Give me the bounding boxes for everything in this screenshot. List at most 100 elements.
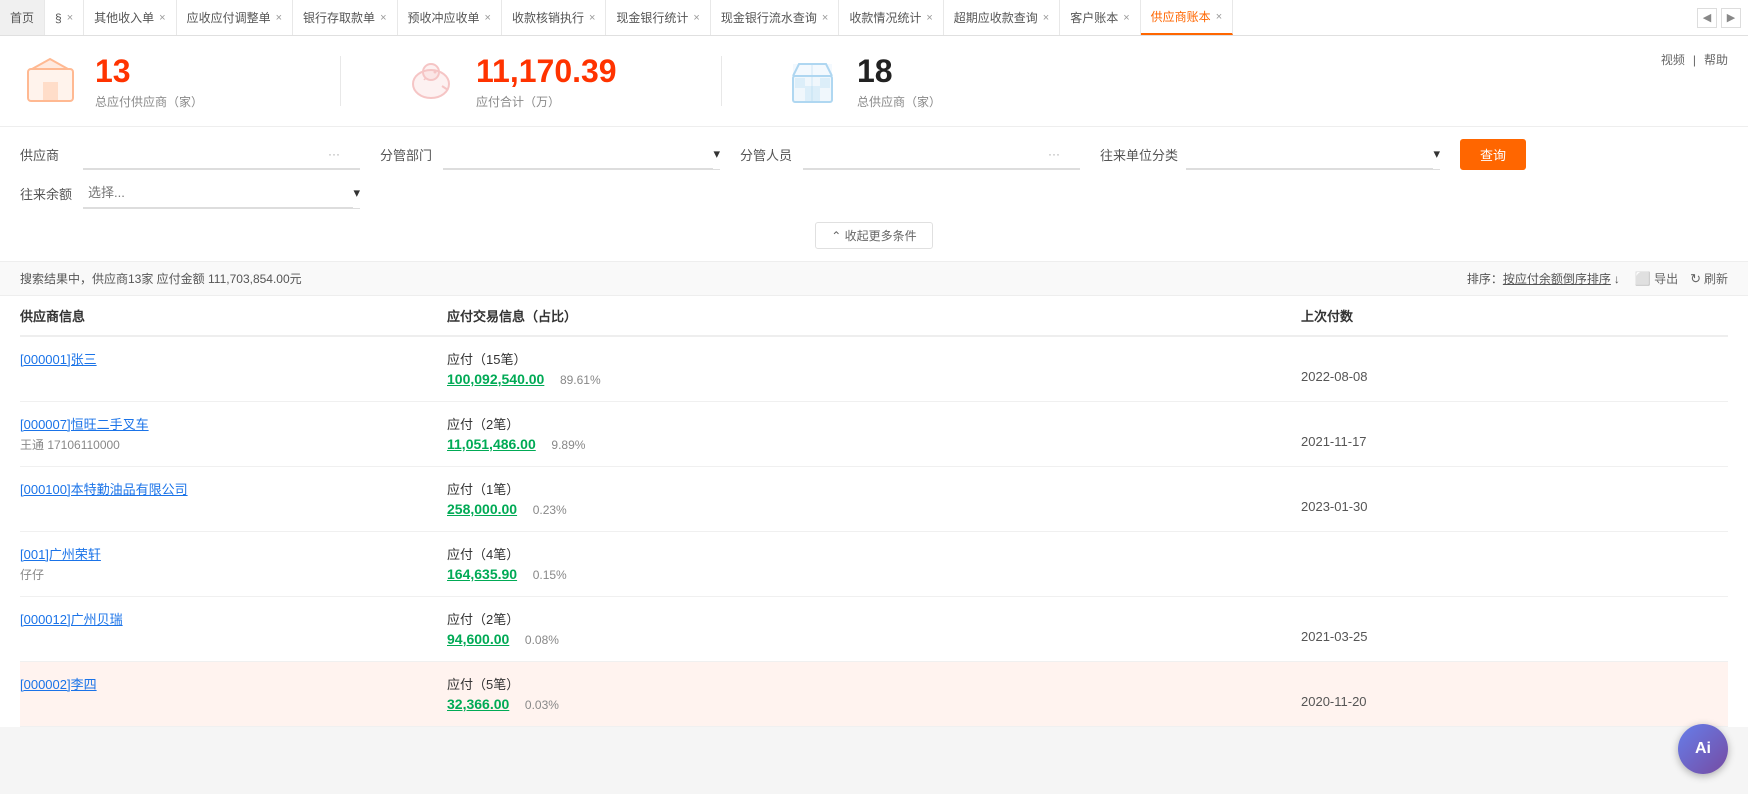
table-row: [000012]广州贝瑞 应付（2笔） 94,600.00 0.08% 2021… [20,597,1728,662]
top-right-links: 视频 | 帮助 [1661,51,1728,68]
result-bar: 搜索结果中，供应商13家 应付金额 111,703,854.00元 排序： 按应… [0,262,1748,296]
close-icon[interactable]: × [276,12,282,24]
main-content: 13 总应付供应商（家） 11,170.39 应付合计（万） [0,36,1748,794]
tx-amount-6[interactable]: 32,366.00 [447,696,509,712]
tx-label-4: 应付（4笔） [447,544,1301,563]
supplier-info-1: [000001]张三 [20,349,447,389]
close-icon[interactable]: × [589,12,595,24]
close-icon[interactable]: × [380,12,386,24]
tx-label-6: 应付（5笔） [447,674,1301,693]
table-row: [000100]本特勤油品有限公司 应付（1笔） 258,000.00 0.23… [20,467,1728,532]
last-payment-6: 2020-11-20 [1301,674,1728,714]
nav-prev-button[interactable]: ◀ [1697,8,1717,28]
stat-total-suppliers-payable: 13 总应付供应商（家） [20,51,280,111]
stat-total-suppliers: 18 总供应商（家） [782,51,1042,111]
dept-filter: 分管部门 ▾ [380,139,720,170]
refresh-button[interactable]: ↻ 刷新 [1690,270,1728,287]
sort-prefix: 排序： [1467,270,1503,287]
tx-amount-4[interactable]: 164,635.90 [447,566,517,582]
balance-label: 往来余额 [20,184,75,203]
transaction-info-3: 应付（1笔） 258,000.00 0.23% [447,479,1301,519]
tx-amount-2[interactable]: 11,051,486.00 [447,436,536,452]
nav-next-button[interactable]: ▶ [1721,8,1741,28]
nav-receipt-stats[interactable]: 收款情况统计 × [839,0,943,35]
close-icon[interactable]: × [159,12,165,24]
transaction-info-5: 应付（2笔） 94,600.00 0.08% [447,609,1301,649]
stat-amount-text: 11,170.39 应付合计（万） [476,52,617,110]
close-icon[interactable]: × [1123,12,1129,24]
stat-divider-2 [721,56,722,106]
dept-label: 分管部门 [380,145,435,164]
category-filter: 往来单位分类 ▾ [1100,139,1440,170]
sort-link[interactable]: 按应付余额倒序排序 [1503,270,1611,287]
nav-other-income[interactable]: 其他收入单 × [84,0,176,35]
person-input[interactable] [803,139,1080,169]
table-header: 供应商信息 应付交易信息（占比） 上次付数 [20,296,1728,337]
piggy-icon [401,51,461,111]
nav-supplier-ledger[interactable]: 供应商账本 × [1141,0,1233,35]
close-icon[interactable]: × [1043,12,1049,24]
dept-arrow-icon[interactable]: ▾ [713,146,720,162]
close-icon[interactable]: × [485,12,491,24]
nav-tab-2[interactable]: § × [45,0,84,35]
person-dots-icon[interactable]: ··· [1048,147,1060,161]
nav-prepay-offset[interactable]: 预收冲应收单 × [398,0,502,35]
supplier-link-2[interactable]: [000007]恒旺二手叉车 [20,417,149,432]
category-input[interactable] [1186,139,1433,169]
table-container: 供应商信息 应付交易信息（占比） 上次付数 [000001]张三 应付（15笔）… [0,296,1748,727]
nav-customer-ledger[interactable]: 客户账本 × [1060,0,1140,35]
nav-bank-deposit[interactable]: 银行存取款单 × [293,0,397,35]
collapse-button[interactable]: ⌃ 收起更多条件 [815,222,932,249]
tx-amount-1[interactable]: 100,092,540.00 [447,371,544,387]
balance-input[interactable] [83,178,353,208]
dept-input[interactable] [443,139,713,169]
video-link[interactable]: 视频 [1661,51,1685,68]
help-link[interactable]: 帮助 [1704,51,1728,68]
tx-percent-4: 0.15% [533,568,567,582]
supplier-link-3[interactable]: [000100]本特勤油品有限公司 [20,482,188,497]
stat-supplier-text: 18 总供应商（家） [857,52,941,110]
close-icon[interactable]: × [693,12,699,24]
person-label: 分管人员 [740,145,795,164]
link-divider: | [1693,53,1696,67]
balance-arrow-icon[interactable]: ▾ [353,185,360,201]
nav-cash-flow[interactable]: 现金银行流水查询 × [711,0,839,35]
supplier-label: 供应商 [20,145,75,164]
nav-ar-adjustment[interactable]: 应收应付调整单 × [177,0,293,35]
nav-cash-stats[interactable]: 现金银行统计 × [606,0,710,35]
supplier-dots-icon[interactable]: ··· [328,147,340,161]
export-button[interactable]: ⬜ 导出 [1635,270,1678,287]
filter-row-2: 往来余额 ▾ [20,178,1728,209]
tx-percent-2: 9.89% [551,438,585,452]
nav-overdue[interactable]: 超期应收款查询 × [944,0,1060,35]
nav-home[interactable]: 首页 [0,0,45,35]
nav-receipt-exec[interactable]: 收款核销执行 × [502,0,606,35]
close-icon[interactable]: × [1216,11,1222,23]
tx-percent-3: 0.23% [533,503,567,517]
header-supplier-info: 供应商信息 [20,306,447,325]
supplier-info-3: [000100]本特勤油品有限公司 [20,479,447,519]
supplier-link-4[interactable]: [001]广州荣轩 [20,547,101,562]
tx-amount-5[interactable]: 94,600.00 [447,631,509,647]
transaction-info-2: 应付（2笔） 11,051,486.00 9.89% [447,414,1301,454]
transaction-info-4: 应付（4笔） 164,635.90 0.15% [447,544,1301,584]
close-icon[interactable]: × [926,12,932,24]
supplier-link-1[interactable]: [000001]张三 [20,352,97,367]
supplier-info-6: [000002]李四 [20,674,447,714]
tx-percent-5: 0.08% [525,633,559,647]
search-button[interactable]: 查询 [1460,139,1526,170]
tx-label-5: 应付（2笔） [447,609,1301,628]
store-icon [782,51,842,111]
close-icon[interactable]: × [822,12,828,24]
tx-percent-1: 89.61% [560,373,601,387]
transaction-info-1: 应付（15笔） 100,092,540.00 89.61% [447,349,1301,389]
close-icon[interactable]: × [67,12,73,24]
tx-amount-3[interactable]: 258,000.00 [447,501,517,517]
stat-divider-1 [340,56,341,106]
header-last-payment: 上次付数 [1301,306,1728,325]
supplier-link-5[interactable]: [000012]广州贝瑞 [20,612,123,627]
supplier-link-6[interactable]: [000002]李四 [20,677,97,692]
category-arrow-icon[interactable]: ▾ [1433,146,1440,162]
ai-button[interactable]: Ai [1678,724,1728,774]
supplier-input[interactable] [83,139,360,169]
